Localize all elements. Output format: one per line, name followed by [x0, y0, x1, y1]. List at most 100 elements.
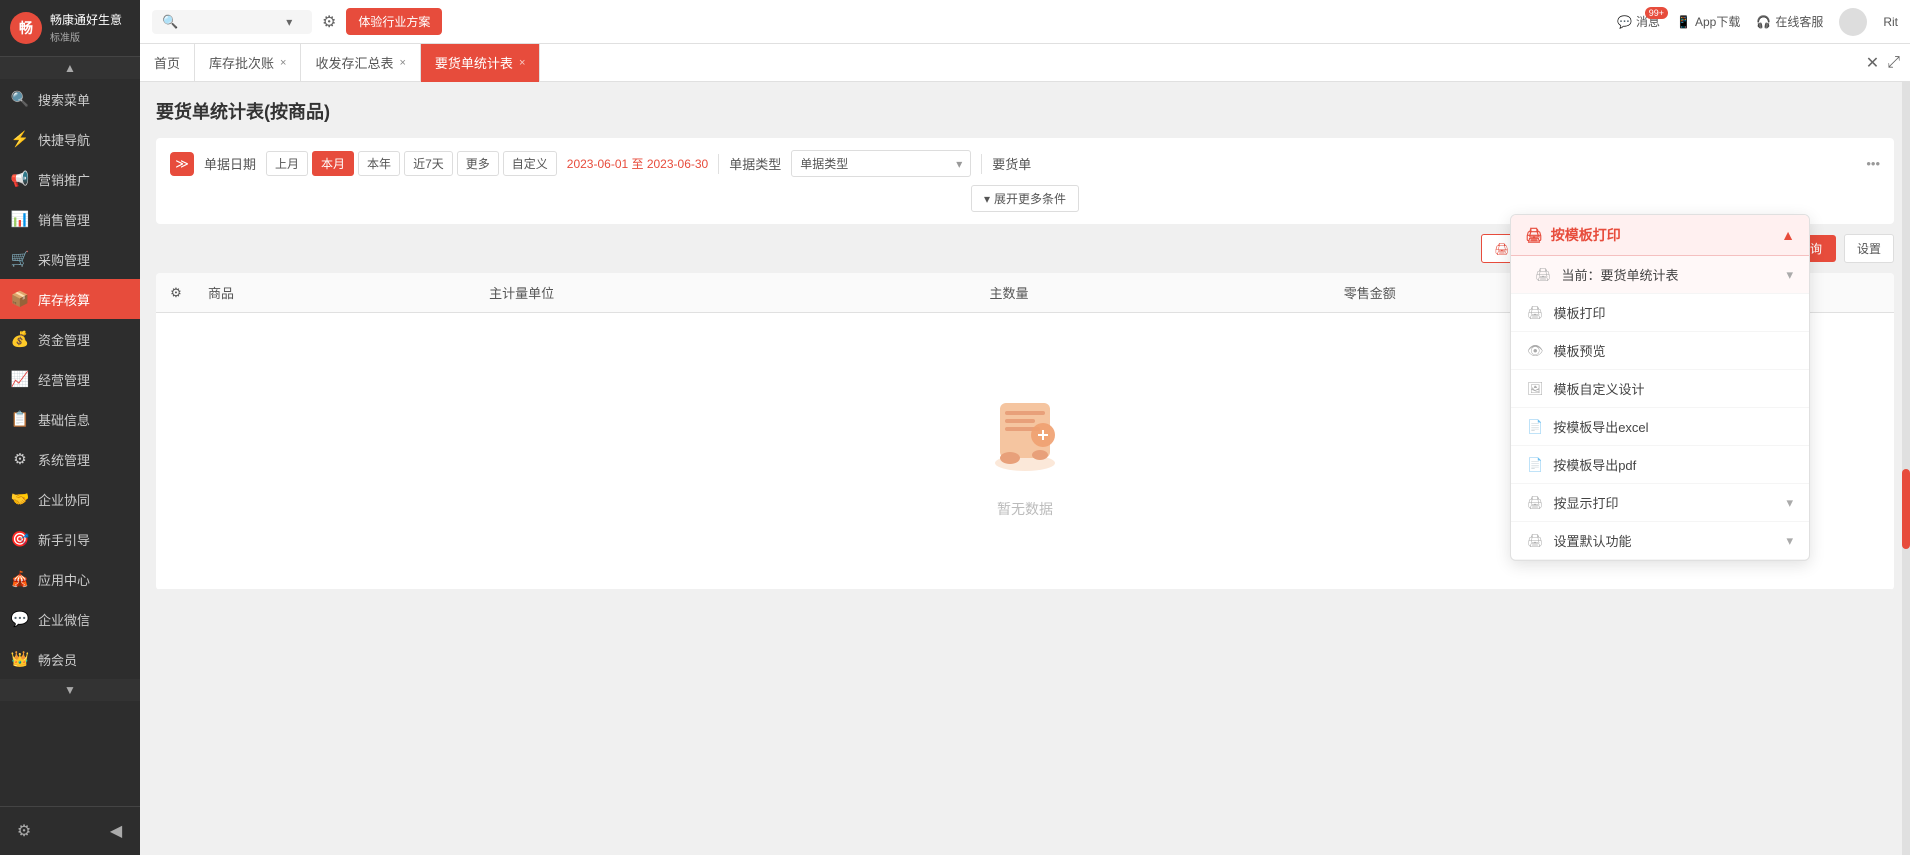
sidebar: 畅 畅康通好生意 标准版 ▲ 🔍 搜索菜单 ⚡ 快捷导航 📢 营销推广 📊 销售… [0, 0, 140, 855]
filter-row-main: ≫ 单据日期 上月 本月 本年 近7天 更多 自定义 2023-06-01 至 … [170, 150, 1880, 177]
collapse-icon[interactable]: ◀ [102, 817, 130, 845]
sidebar-scroll-down[interactable]: ▼ [0, 679, 140, 701]
date-btn-cur[interactable]: 本月 [312, 151, 354, 176]
newbie-icon: 🎯 [10, 529, 30, 549]
dropdown-item-set-default[interactable]: 🖨 设置默认功能 ▾ [1511, 522, 1809, 560]
search-icon: 🔍 [162, 14, 178, 30]
dropdown-collapse-icon[interactable]: ▲ [1781, 227, 1795, 243]
topbar-msg[interactable]: 💬 消息 99+ [1617, 13, 1660, 30]
sidebar-nav: ▲ 🔍 搜索菜单 ⚡ 快捷导航 📢 营销推广 📊 销售管理 🛒 采购管理 📦 库… [0, 57, 140, 806]
print-dropdown-panel: 🖨 按模板打印 ▲ 🖨 当前：要货单统计表 ▾ 🖨 模板打印 👁 模板预览 [1510, 214, 1810, 561]
right-scrollbar[interactable] [1902, 82, 1910, 855]
settings-icon[interactable]: ⚙ [10, 817, 38, 845]
settings-table-btn[interactable]: 设置 [1844, 234, 1894, 263]
topbar-online-service[interactable]: 🎧 在线客服 [1756, 13, 1823, 30]
filter-expand-btn[interactable]: ≫ [170, 152, 194, 176]
search-icon: 🔍 [10, 89, 30, 109]
template-pdf-icon: 📄 [1527, 457, 1543, 473]
sidebar-item-purchase[interactable]: 🛒 采购管理 [0, 239, 140, 279]
collab-icon: 🤝 [10, 489, 30, 509]
tab-home[interactable]: 首页 [140, 44, 195, 82]
tab-close-stock-batch[interactable]: × [280, 57, 286, 69]
user-name[interactable]: Rit [1883, 15, 1898, 29]
tabs-bar-end: ✕ ⤢ [1866, 53, 1910, 73]
col-gear[interactable]: ⚙ [156, 273, 196, 313]
sidebar-item-newbie[interactable]: 🎯 新手引导 [0, 519, 140, 559]
sidebar-item-marketing[interactable]: 📢 营销推广 [0, 159, 140, 199]
dropdown-current-item[interactable]: 🖨 当前：要货单统计表 ▾ [1511, 256, 1809, 294]
sidebar-item-finance[interactable]: 💰 资金管理 [0, 319, 140, 359]
date-btns: 上月 本月 本年 近7天 更多 自定义 [266, 151, 557, 176]
search-input[interactable] [182, 15, 282, 29]
tab-close-receive-summary[interactable]: × [399, 57, 405, 69]
order-type-select[interactable]: 单据类型 ▾ [791, 150, 971, 177]
filter-sep [718, 154, 719, 174]
tab-close-order-stats[interactable]: × [519, 57, 525, 69]
template-excel-icon: 📄 [1527, 419, 1543, 435]
member-icon: 👑 [10, 649, 30, 669]
search-dropdown-btn[interactable]: ▾ [286, 15, 292, 29]
online-service-icon: 🎧 [1756, 15, 1771, 29]
tab-receive-summary[interactable]: 收发存汇总表 × [301, 44, 420, 82]
date-btn-more[interactable]: 更多 [457, 151, 499, 176]
page-title: 要货单统计表(按商品) [156, 98, 1894, 124]
more-options-icon[interactable]: ••• [1866, 156, 1880, 171]
sidebar-item-stock[interactable]: 📦 库存核算 [0, 279, 140, 319]
date-btn-week[interactable]: 近7天 [404, 151, 453, 176]
printer-icon: 🖨 [1494, 242, 1509, 256]
topbar-app-download[interactable]: 📱 App下载 [1676, 13, 1740, 30]
date-btn-custom[interactable]: 自定义 [503, 151, 557, 176]
tags-label: 要货单 [992, 154, 1031, 173]
msg-badge: 99+ [1645, 7, 1668, 19]
col-qty: 主数量 [978, 273, 1332, 313]
topbar-search-box[interactable]: 🔍 ▾ [152, 10, 312, 34]
dropdown-header[interactable]: 🖨 按模板打印 ▲ [1511, 215, 1809, 256]
chevron-down-icon: ▾ [956, 157, 962, 171]
sidebar-item-basic[interactable]: 📋 基础信息 [0, 399, 140, 439]
trial-btn[interactable]: 体验行业方案 [346, 8, 442, 35]
dropdown-item-template-preview[interactable]: 👁 模板预览 [1511, 332, 1809, 370]
dropdown-item-template-custom[interactable]: 🖼 模板自定义设计 [1511, 370, 1809, 408]
tabs-close-all-btn[interactable]: ✕ [1866, 53, 1879, 73]
tabs-maximize-btn[interactable]: ⤢ [1887, 54, 1900, 72]
user-avatar[interactable] [1839, 8, 1867, 36]
sidebar-bottom: ⚙ ◀ [0, 806, 140, 855]
dropdown-item-template-excel[interactable]: 📄 按模板导出excel [1511, 408, 1809, 446]
sidebar-logo: 畅 畅康通好生意 标准版 [0, 0, 140, 57]
sidebar-item-shortcut[interactable]: ⚡ 快捷导航 [0, 119, 140, 159]
expand-more-btn[interactable]: ▾ 展开更多条件 [971, 185, 1079, 212]
current-item-icon: 🖨 [1535, 267, 1552, 283]
msg-icon: 💬 [1617, 15, 1632, 29]
display-print-icon: 🖨 [1527, 495, 1544, 511]
main-content: 🔍 ▾ ⚙ 体验行业方案 💬 消息 99+ 📱 App下载 🎧 在线客服 [140, 0, 1910, 855]
date-btn-year[interactable]: 本年 [358, 151, 400, 176]
empty-icon [975, 383, 1075, 483]
sidebar-item-operation[interactable]: 📈 经营管理 [0, 359, 140, 399]
template-print-icon: 🖨 [1527, 305, 1544, 321]
template-preview-icon: 👁 [1527, 343, 1544, 359]
stock-icon: 📦 [10, 289, 30, 309]
sidebar-item-sales[interactable]: 📊 销售管理 [0, 199, 140, 239]
dropdown-item-display-print[interactable]: 🖨 按显示打印 ▾ [1511, 484, 1809, 522]
chevron-down-icon: ▾ [984, 192, 990, 206]
sidebar-item-wechat[interactable]: 💬 企业微信 [0, 599, 140, 639]
sidebar-item-member[interactable]: 👑 畅会员 [0, 639, 140, 679]
tab-stock-batch[interactable]: 库存批次账 × [195, 44, 301, 82]
dropdown-item-template-print[interactable]: 🖨 模板打印 [1511, 294, 1809, 332]
topbar: 🔍 ▾ ⚙ 体验行业方案 💬 消息 99+ 📱 App下载 🎧 在线客服 [140, 0, 1910, 44]
sidebar-item-collab[interactable]: 🤝 企业协同 [0, 479, 140, 519]
arrow-right-icon: ▾ [1786, 495, 1793, 511]
dropdown-item-template-pdf[interactable]: 📄 按模板导出pdf [1511, 446, 1809, 484]
wechat-icon: 💬 [10, 609, 30, 629]
chevron-down-icon: ▾ [286, 15, 292, 29]
tab-order-stats[interactable]: 要货单统计表 × [421, 44, 540, 82]
app-logo-icon: 畅 [10, 12, 42, 44]
sidebar-scroll-up[interactable]: ▲ [0, 57, 140, 79]
basic-icon: 📋 [10, 409, 30, 429]
sidebar-item-search[interactable]: 🔍 搜索菜单 [0, 79, 140, 119]
date-btn-prev[interactable]: 上月 [266, 151, 308, 176]
sidebar-item-appstore[interactable]: 🎪 应用中心 [0, 559, 140, 599]
topbar-gear-icon[interactable]: ⚙ [322, 12, 336, 32]
sidebar-item-system[interactable]: ⚙ 系统管理 [0, 439, 140, 479]
page-content: 要货单统计表(按商品) ≫ 单据日期 上月 本月 本年 近7天 更多 自定义 2… [140, 82, 1910, 855]
